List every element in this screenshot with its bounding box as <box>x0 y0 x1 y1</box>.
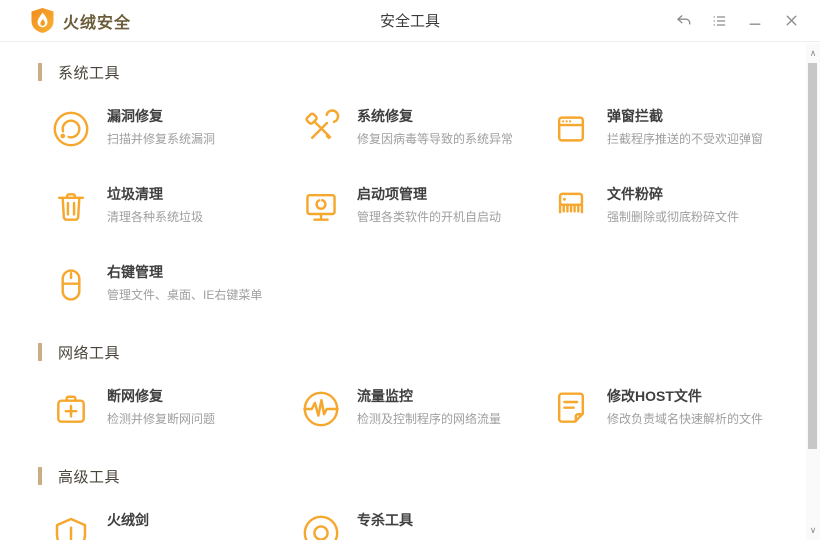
tool-title: 启动项管理 <box>357 186 427 202</box>
scroll-up-arrow[interactable]: ∧ <box>806 45 820 61</box>
vulnerability-fix-icon <box>50 108 92 150</box>
close-icon <box>783 12 800 29</box>
tool-desc: 清理各种系统垃圾 <box>107 210 204 224</box>
tool-section-0: 系统工具 漏洞修复 扫描并修复系统漏洞 系统修复 修复因病毒等导致的系统异常 弹… <box>0 62 820 310</box>
tool-title: 弹窗拦截 <box>607 108 663 124</box>
tool-title: 右键管理 <box>107 264 163 280</box>
tool-desc: 扫描并修复系统漏洞 <box>107 132 216 146</box>
scrollbar[interactable]: ∧ ∨ <box>806 43 820 540</box>
tool-desc: 检测及控制程序的网络流量 <box>357 412 502 426</box>
killer-tool-icon <box>300 512 342 540</box>
tool-desc: 修复因病毒等导致的系统异常 <box>357 132 514 146</box>
scroll-down-arrow[interactable]: ∨ <box>806 522 820 538</box>
section-label: 高级工具 <box>58 468 121 486</box>
section-label: 系统工具 <box>58 64 121 82</box>
sword-icon <box>50 512 92 540</box>
back-button[interactable] <box>670 8 696 34</box>
tool-desc: 管理各类软件的开机自启动 <box>357 210 502 224</box>
tool-title: 系统修复 <box>357 108 413 124</box>
tool-desc: 管理文件、桌面、IE右键菜单 <box>107 288 263 302</box>
menu-button[interactable] <box>706 8 732 34</box>
section-header: 高级工具 <box>38 466 820 486</box>
network-repair-icon <box>50 388 92 430</box>
tool-grid: 火绒剑 专杀工具 <box>0 508 820 540</box>
tool-item-system-repair[interactable]: 系统修复 修复因病毒等导致的系统异常 <box>300 104 550 154</box>
huorong-shield-flame-icon <box>30 7 55 34</box>
window-controls <box>670 8 820 34</box>
tool-desc: 检测并修复断网问题 <box>107 412 216 426</box>
section-header: 系统工具 <box>38 62 820 82</box>
tool-item-context-menu[interactable]: 右键管理 管理文件、桌面、IE右键菜单 <box>50 260 300 310</box>
tool-title: 专杀工具 <box>357 512 413 528</box>
close-button[interactable] <box>778 8 804 34</box>
tool-item-file-shredder[interactable]: 文件粉碎 强制删除或彻底粉碎文件 <box>550 182 820 232</box>
brand: 火绒安全 <box>0 7 131 34</box>
undo-arrow-icon <box>675 12 692 29</box>
system-repair-icon <box>300 108 342 150</box>
tool-title: 文件粉碎 <box>607 186 663 202</box>
tool-title: 流量监控 <box>357 388 413 404</box>
tool-item-network-repair[interactable]: 断网修复 检测并修复断网问题 <box>50 384 300 434</box>
section-header: 网络工具 <box>38 342 820 362</box>
tool-title: 火绒剑 <box>107 512 149 528</box>
tool-desc: 拦截程序推送的不受欢迎弹窗 <box>607 132 764 146</box>
tool-item-startup-manager[interactable]: 启动项管理 管理各类软件的开机自启动 <box>300 182 550 232</box>
section-accent-bar <box>38 343 42 361</box>
traffic-monitor-icon <box>300 388 342 430</box>
tool-grid: 断网修复 检测并修复断网问题 流量监控 检测及控制程序的网络流量 修改HOST文… <box>0 384 820 434</box>
tool-desc: 强制删除或彻底粉碎文件 <box>607 210 740 224</box>
junk-clean-icon <box>50 186 92 228</box>
context-menu-icon <box>50 264 92 306</box>
tool-grid: 漏洞修复 扫描并修复系统漏洞 系统修复 修复因病毒等导致的系统异常 弹窗拦截 拦… <box>0 104 820 310</box>
tool-title: 修改HOST文件 <box>607 388 702 404</box>
tool-item-host-file[interactable]: 修改HOST文件 修改负责域名快速解析的文件 <box>550 384 820 434</box>
tool-title: 断网修复 <box>107 388 163 404</box>
tool-sections: 系统工具 漏洞修复 扫描并修复系统漏洞 系统修复 修复因病毒等导致的系统异常 弹… <box>0 42 820 540</box>
tool-title: 漏洞修复 <box>107 108 163 124</box>
scroll-thumb[interactable] <box>808 63 817 449</box>
tool-section-1: 网络工具 断网修复 检测并修复断网问题 流量监控 检测及控制程序的网络流量 修改… <box>0 342 820 434</box>
tool-item-vulnerability-fix[interactable]: 漏洞修复 扫描并修复系统漏洞 <box>50 104 300 154</box>
list-menu-icon <box>711 13 727 29</box>
tool-item-killer-tool[interactable]: 专杀工具 <box>300 508 550 540</box>
file-shredder-icon <box>550 186 592 228</box>
tool-item-popup-block[interactable]: 弹窗拦截 拦截程序推送的不受欢迎弹窗 <box>550 104 820 154</box>
tool-section-2: 高级工具 火绒剑 专杀工具 <box>0 466 820 540</box>
popup-block-icon <box>550 108 592 150</box>
startup-manager-icon <box>300 186 342 228</box>
brand-name: 火绒安全 <box>63 14 132 32</box>
minimize-icon <box>747 13 763 29</box>
app-window: 火绒安全 安全工具 系统工具 漏洞修复 扫描并修复系统漏洞 系统修复 修复因病毒… <box>0 0 820 540</box>
tool-item-junk-clean[interactable]: 垃圾清理 清理各种系统垃圾 <box>50 182 300 232</box>
minimize-button[interactable] <box>742 8 768 34</box>
section-accent-bar <box>38 63 42 81</box>
tool-title: 垃圾清理 <box>107 186 163 202</box>
tool-desc: 修改负责域名快速解析的文件 <box>607 412 764 426</box>
tool-item-sword[interactable]: 火绒剑 <box>50 508 300 540</box>
host-file-icon <box>550 388 592 430</box>
tool-item-traffic-monitor[interactable]: 流量监控 检测及控制程序的网络流量 <box>300 384 550 434</box>
titlebar: 火绒安全 安全工具 <box>0 0 820 42</box>
section-accent-bar <box>38 467 42 485</box>
section-label: 网络工具 <box>58 344 121 362</box>
